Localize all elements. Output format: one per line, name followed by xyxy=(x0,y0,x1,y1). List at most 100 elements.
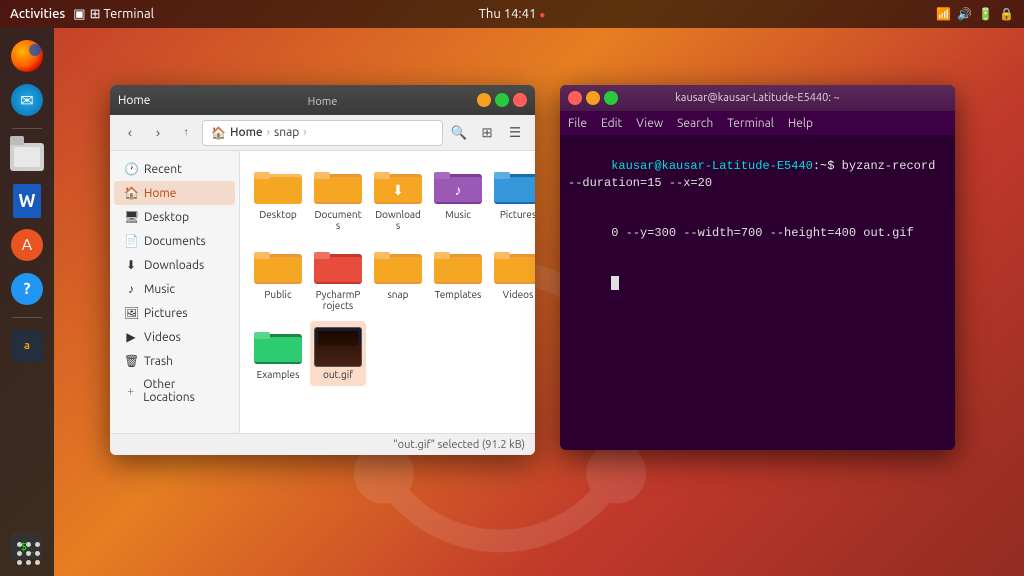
term-menu-terminal[interactable]: Terminal xyxy=(727,117,774,130)
file-item-downloads[interactable]: ⬇ Downloads xyxy=(370,161,426,237)
file-name-public: Public xyxy=(264,289,291,300)
show-applications-button[interactable] xyxy=(17,542,41,566)
sidebar-item-recent[interactable]: 🕐 Recent xyxy=(114,157,235,181)
fm-title: Home xyxy=(118,94,150,107)
sidebar-item-downloads[interactable]: ⬇ Downloads xyxy=(114,253,235,277)
file-name-desktop: Desktop xyxy=(259,209,297,220)
term-minimize-button[interactable] xyxy=(586,91,600,105)
fm-content: Desktop Documents xyxy=(240,151,535,433)
file-name-examples: Examples xyxy=(257,369,300,380)
fm-menu-button[interactable]: ☰ xyxy=(503,121,527,145)
dock-item-files[interactable] xyxy=(7,137,47,177)
fm-minimize-button[interactable] xyxy=(477,93,491,107)
file-item-out-gif[interactable]: out.gif xyxy=(310,321,366,386)
folder-icon-public xyxy=(254,247,302,287)
fm-home-crumb: 🏠 xyxy=(211,126,226,140)
fm-view-options-button[interactable]: ⊞ xyxy=(475,121,499,145)
term-menu-search[interactable]: Search xyxy=(677,117,713,130)
folder-icon-examples xyxy=(254,327,302,367)
file-item-music[interactable]: ♪ Music xyxy=(430,161,486,237)
dock-item-writer[interactable]: W xyxy=(7,181,47,221)
term-command-2: 0 --y=300 --width=700 --height=400 out.g… xyxy=(611,226,913,240)
fm-search-button[interactable]: 🔍 xyxy=(447,121,471,145)
file-item-snap[interactable]: snap xyxy=(370,241,426,317)
topbar-terminal-label[interactable]: ▣ ⊞ Terminal xyxy=(73,7,154,22)
home-icon: 🏠 xyxy=(124,186,138,200)
dock-item-firefox[interactable] xyxy=(7,36,47,76)
file-item-pictures[interactable]: Pictures xyxy=(490,161,535,237)
folder-icon-videos xyxy=(494,247,535,287)
fm-close-button[interactable] xyxy=(513,93,527,107)
sidebar-item-trash[interactable]: 🗑 Trash xyxy=(114,349,235,373)
network-icon: 📶 xyxy=(936,7,951,21)
topbar-clock: Thu 14:41 ● xyxy=(479,7,546,21)
term-line-1: kausar@kausar-Latitude-E5440:~$ byzanz-r… xyxy=(568,141,947,208)
trash-icon: 🗑 xyxy=(124,354,138,368)
sidebar-label-other-locations: Other Locations xyxy=(143,378,225,404)
activities-button[interactable]: Activities xyxy=(10,7,65,21)
dock-bottom: $_ xyxy=(7,526,47,566)
term-menu-file[interactable]: File xyxy=(568,117,587,130)
desktop-icon: 🖥 xyxy=(124,210,138,224)
fm-up-button[interactable]: ↑ xyxy=(174,121,198,145)
videos-icon: ▶ xyxy=(124,330,138,344)
fm-home-crumb-label: Home xyxy=(230,126,263,139)
fm-forward-button[interactable]: › xyxy=(146,121,170,145)
fm-titlebar-left: Home xyxy=(118,94,150,107)
sidebar-label-music: Music xyxy=(144,283,175,296)
terminal-icon: ▣ xyxy=(73,7,85,22)
folder-icon-music: ♪ xyxy=(434,167,482,207)
fm-body: 🕐 Recent 🏠 Home 🖥 Desktop 📄 Documents ⬇ … xyxy=(110,151,535,433)
file-name-pycharm: PycharmProjects xyxy=(314,289,362,311)
term-maximize-button[interactable] xyxy=(604,91,618,105)
sidebar-item-documents[interactable]: 📄 Documents xyxy=(114,229,235,253)
sidebar-item-pictures[interactable]: 🖼 Pictures xyxy=(114,301,235,325)
term-body[interactable]: kausar@kausar-Latitude-E5440:~$ byzanz-r… xyxy=(560,135,955,450)
file-item-documents[interactable]: Documents xyxy=(310,161,366,237)
term-menu-help[interactable]: Help xyxy=(788,117,813,130)
file-name-snap: snap xyxy=(387,289,408,300)
sidebar-item-other-locations[interactable]: + Other Locations xyxy=(114,373,235,409)
fm-crumb-end: › xyxy=(303,126,306,139)
dock-separator-1 xyxy=(12,128,42,129)
music-icon: ♪ xyxy=(124,282,138,296)
fm-back-button[interactable]: ‹ xyxy=(118,121,142,145)
term-menu-view[interactable]: View xyxy=(636,117,663,130)
dock-item-thunderbird[interactable]: ✉ xyxy=(7,80,47,120)
folder-icon-snap xyxy=(374,247,422,287)
dock-item-amazon[interactable]: a xyxy=(7,326,47,366)
folder-icon-pictures xyxy=(494,167,535,207)
sidebar-label-trash: Trash xyxy=(144,355,173,368)
term-menubar: File Edit View Search Terminal Help xyxy=(560,111,955,135)
file-manager-window: Home Home ‹ › ↑ 🏠 Home › snap › 🔍 ⊞ ☰ 🕐 … xyxy=(110,85,535,455)
file-item-examples[interactable]: Examples xyxy=(250,321,306,386)
file-name-music: Music xyxy=(445,209,471,220)
term-title: kausar@kausar-Latitude-E5440: ~ xyxy=(675,92,839,104)
dock-item-ubuntu-software[interactable]: A xyxy=(7,225,47,265)
sidebar-item-videos[interactable]: ▶ Videos xyxy=(114,325,235,349)
file-name-out-gif: out.gif xyxy=(323,369,353,380)
pictures-icon: 🖼 xyxy=(124,306,138,320)
dock-separator-2 xyxy=(12,317,42,318)
term-menu-edit[interactable]: Edit xyxy=(601,117,622,130)
file-name-downloads: Downloads xyxy=(374,209,422,231)
file-item-pycharmprojects[interactable]: PycharmProjects xyxy=(310,241,366,317)
term-cursor xyxy=(611,276,619,290)
volume-icon: 🔊 xyxy=(957,7,972,21)
dock-item-help[interactable]: ? xyxy=(7,269,47,309)
fm-window-buttons xyxy=(477,93,527,107)
file-item-templates[interactable]: Templates xyxy=(430,241,486,317)
fm-titlebar: Home Home xyxy=(110,85,535,115)
sidebar-item-music[interactable]: ♪ Music xyxy=(114,277,235,301)
sidebar-item-home[interactable]: 🏠 Home xyxy=(114,181,235,205)
fm-maximize-button[interactable] xyxy=(495,93,509,107)
sidebar-item-desktop[interactable]: 🖥 Desktop xyxy=(114,205,235,229)
topbar-left: Activities ▣ ⊞ Terminal xyxy=(10,7,154,22)
file-item-videos[interactable]: Videos xyxy=(490,241,535,317)
fm-location-bar[interactable]: 🏠 Home › snap › xyxy=(202,120,443,146)
file-item-public[interactable]: Public xyxy=(250,241,306,317)
term-window-buttons xyxy=(568,91,618,105)
fm-toolbar: ‹ › ↑ 🏠 Home › snap › 🔍 ⊞ ☰ xyxy=(110,115,535,151)
file-item-desktop[interactable]: Desktop xyxy=(250,161,306,237)
term-close-button[interactable] xyxy=(568,91,582,105)
